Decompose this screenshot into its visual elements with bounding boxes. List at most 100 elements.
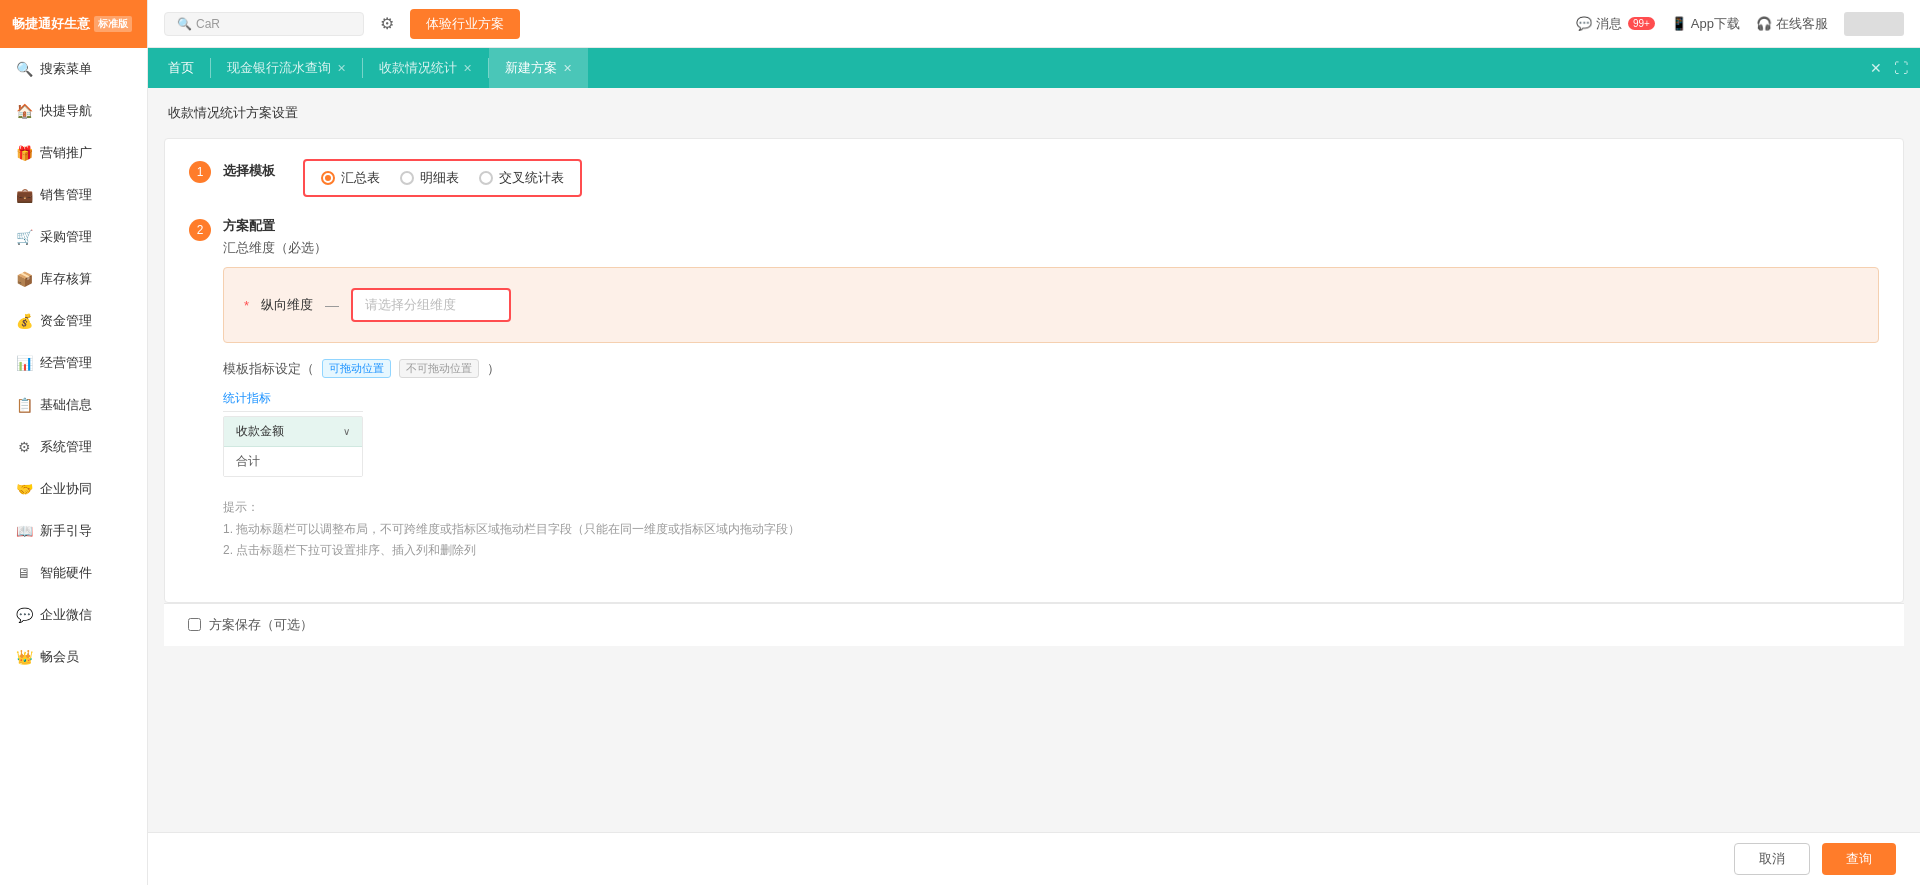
close-window-icon[interactable]: ✕ <box>1866 56 1886 80</box>
tab-new-plan-close[interactable]: ✕ <box>563 62 572 75</box>
sidebar-item-marketing[interactable]: 🎁 营销推广 <box>0 132 147 174</box>
radio-cross[interactable]: 交叉统计表 <box>479 169 564 187</box>
radio-summary-label: 汇总表 <box>341 169 380 187</box>
sidebar-item-guide[interactable]: 📖 新手引导 <box>0 510 147 552</box>
search-bar[interactable]: 🔍 CaR <box>164 12 364 36</box>
settings-icon[interactable]: ⚙ <box>380 14 394 33</box>
download-item[interactable]: 📱 App下载 <box>1671 15 1740 33</box>
radio-detail-circle <box>400 171 414 185</box>
search-menu-icon: 🔍 <box>16 61 32 77</box>
sidebar-item-label: 搜索菜单 <box>40 60 92 78</box>
sidebar-item-label: 企业微信 <box>40 606 92 624</box>
top-right-actions: 💬 消息 99+ 📱 App下载 🎧 在线客服 <box>1576 12 1904 36</box>
industry-button[interactable]: 体验行业方案 <box>410 9 520 39</box>
metrics-col-header[interactable]: 收款金额 ∨ <box>224 417 362 447</box>
query-button[interactable]: 查询 <box>1822 843 1896 875</box>
sidebar-item-quick-nav[interactable]: 🏠 快捷导航 <box>0 90 147 132</box>
save-section: 方案保存（可选） <box>164 603 1904 646</box>
tips-section: 提示： 1. 拖动标题栏可以调整布局，不可跨维度或指标区域拖动栏目字段（只能在同… <box>223 497 1879 562</box>
sidebar-item-inventory[interactable]: 📦 库存核算 <box>0 258 147 300</box>
page-title: 收款情况统计方案设置 <box>164 104 1904 122</box>
metrics-title-suffix: ） <box>487 360 500 378</box>
support-item[interactable]: 🎧 在线客服 <box>1756 15 1828 33</box>
metrics-stat-area: 统计指标 收款金额 ∨ 合计 <box>223 390 363 477</box>
col-header-text: 收款金额 <box>236 423 284 440</box>
tab-receipt-stat-close[interactable]: ✕ <box>463 62 472 75</box>
operation-icon: 📊 <box>16 355 32 371</box>
dimension-select[interactable]: 请选择分组维度 <box>351 288 511 322</box>
not-draggable-tag: 不可拖动位置 <box>399 359 479 378</box>
sidebar-item-label: 采购管理 <box>40 228 92 246</box>
purchase-icon: 🛒 <box>16 229 32 245</box>
avatar <box>1844 12 1904 36</box>
download-icon: 📱 <box>1671 16 1687 31</box>
metrics-col-cell: 合计 <box>224 447 362 476</box>
tab-bar: 首页 现金银行流水查询 ✕ 收款情况统计 ✕ 新建方案 ✕ ✕ ⛶ <box>148 48 1920 88</box>
search-icon: 🔍 <box>177 17 192 31</box>
sidebar-item-label: 畅会员 <box>40 648 79 666</box>
sidebar-item-hardware[interactable]: 🖥 智能硬件 <box>0 552 147 594</box>
dimension-title: 汇总维度（必选） <box>223 239 1879 257</box>
footer-bar: 取消 查询 <box>148 832 1920 885</box>
notifications-badge: 99+ <box>1628 17 1655 30</box>
download-label: App下载 <box>1691 15 1740 33</box>
radio-cross-label: 交叉统计表 <box>499 169 564 187</box>
tab-home[interactable]: 首页 <box>152 48 210 88</box>
logo-text: 畅捷通好生意 <box>12 15 90 33</box>
dimension-area: * 纵向维度 — 请选择分组维度 <box>223 267 1879 343</box>
dimension-placeholder: 请选择分组维度 <box>365 297 456 312</box>
metrics-stat-label: 统计指标 <box>223 390 363 412</box>
sidebar-logo: 畅捷通好生意 标准版 <box>0 0 147 48</box>
sidebar-item-label: 企业协同 <box>40 480 92 498</box>
tab-bar-right-actions: ✕ ⛶ <box>1866 56 1920 80</box>
step2-label: 方案配置 <box>223 218 275 233</box>
metrics-toggle-label: 模板指标设定（ 可拖动位置 不可拖动位置 ） <box>223 359 1879 378</box>
dimension-arrow: — <box>325 297 339 313</box>
sidebar: 畅捷通好生意 标准版 🔍 搜索菜单 🏠 快捷导航 🎁 营销推广 💼 销售管理 🛒… <box>0 0 148 885</box>
sidebar-item-cooperation[interactable]: 🤝 企业协同 <box>0 468 147 510</box>
radio-detail[interactable]: 明细表 <box>400 169 459 187</box>
sidebar-item-label: 库存核算 <box>40 270 92 288</box>
expand-window-icon[interactable]: ⛶ <box>1890 56 1912 80</box>
sidebar-item-label: 系统管理 <box>40 438 92 456</box>
save-label: 方案保存（可选） <box>209 616 313 634</box>
tab-bank-flow[interactable]: 现金银行流水查询 ✕ <box>211 48 362 88</box>
metrics-table: 收款金额 ∨ 合计 <box>223 416 363 477</box>
radio-cross-circle <box>479 171 493 185</box>
metrics-section: 模板指标设定（ 可拖动位置 不可拖动位置 ） 统计指标 <box>223 359 1879 477</box>
cancel-button[interactable]: 取消 <box>1734 843 1810 875</box>
sidebar-item-sales[interactable]: 💼 销售管理 <box>0 174 147 216</box>
vertical-dim-label: 纵向维度 <box>261 296 313 314</box>
main-area: 🔍 CaR ⚙ 体验行业方案 💬 消息 99+ 📱 App下载 🎧 在线客服 首… <box>148 0 1920 885</box>
sidebar-item-label: 资金管理 <box>40 312 92 330</box>
tab-new-plan[interactable]: 新建方案 ✕ <box>489 48 588 88</box>
notifications-item[interactable]: 💬 消息 99+ <box>1576 15 1655 33</box>
search-text: CaR <box>196 17 220 31</box>
step1-label: 选择模板 <box>223 162 275 180</box>
tab-new-plan-label: 新建方案 <box>505 59 557 77</box>
tab-bank-flow-close[interactable]: ✕ <box>337 62 346 75</box>
sidebar-item-system[interactable]: ⚙ 系统管理 <box>0 426 147 468</box>
sidebar-item-finance[interactable]: 💰 资金管理 <box>0 300 147 342</box>
sidebar-item-basic-info[interactable]: 📋 基础信息 <box>0 384 147 426</box>
sidebar-item-operation[interactable]: 📊 经营管理 <box>0 342 147 384</box>
sidebar-item-member[interactable]: 👑 畅会员 <box>0 636 147 678</box>
radio-summary[interactable]: 汇总表 <box>321 169 380 187</box>
tab-bank-flow-label: 现金银行流水查询 <box>227 59 331 77</box>
sidebar-item-purchase[interactable]: 🛒 采购管理 <box>0 216 147 258</box>
sidebar-item-wechat[interactable]: 💬 企业微信 <box>0 594 147 636</box>
save-checkbox[interactable] <box>188 618 201 631</box>
step1-section: 1 选择模板 汇总表 明细表 交叉统计表 <box>189 159 1879 197</box>
notifications-label: 消息 <box>1596 15 1622 33</box>
cooperation-icon: 🤝 <box>16 481 32 497</box>
sidebar-item-search-menu[interactable]: 🔍 搜索菜单 <box>0 48 147 90</box>
template-options: 汇总表 明细表 交叉统计表 <box>303 159 582 197</box>
col-dropdown-icon: ∨ <box>343 426 350 437</box>
tab-receipt-stat[interactable]: 收款情况统计 ✕ <box>363 48 488 88</box>
guide-icon: 📖 <box>16 523 32 539</box>
radio-summary-circle <box>321 171 335 185</box>
metrics-title-text: 模板指标设定（ <box>223 360 314 378</box>
system-icon: ⚙ <box>16 439 32 455</box>
settings-card: 1 选择模板 汇总表 明细表 交叉统计表 <box>164 138 1904 603</box>
metrics-layout: 统计指标 收款金额 ∨ 合计 <box>223 390 1879 477</box>
